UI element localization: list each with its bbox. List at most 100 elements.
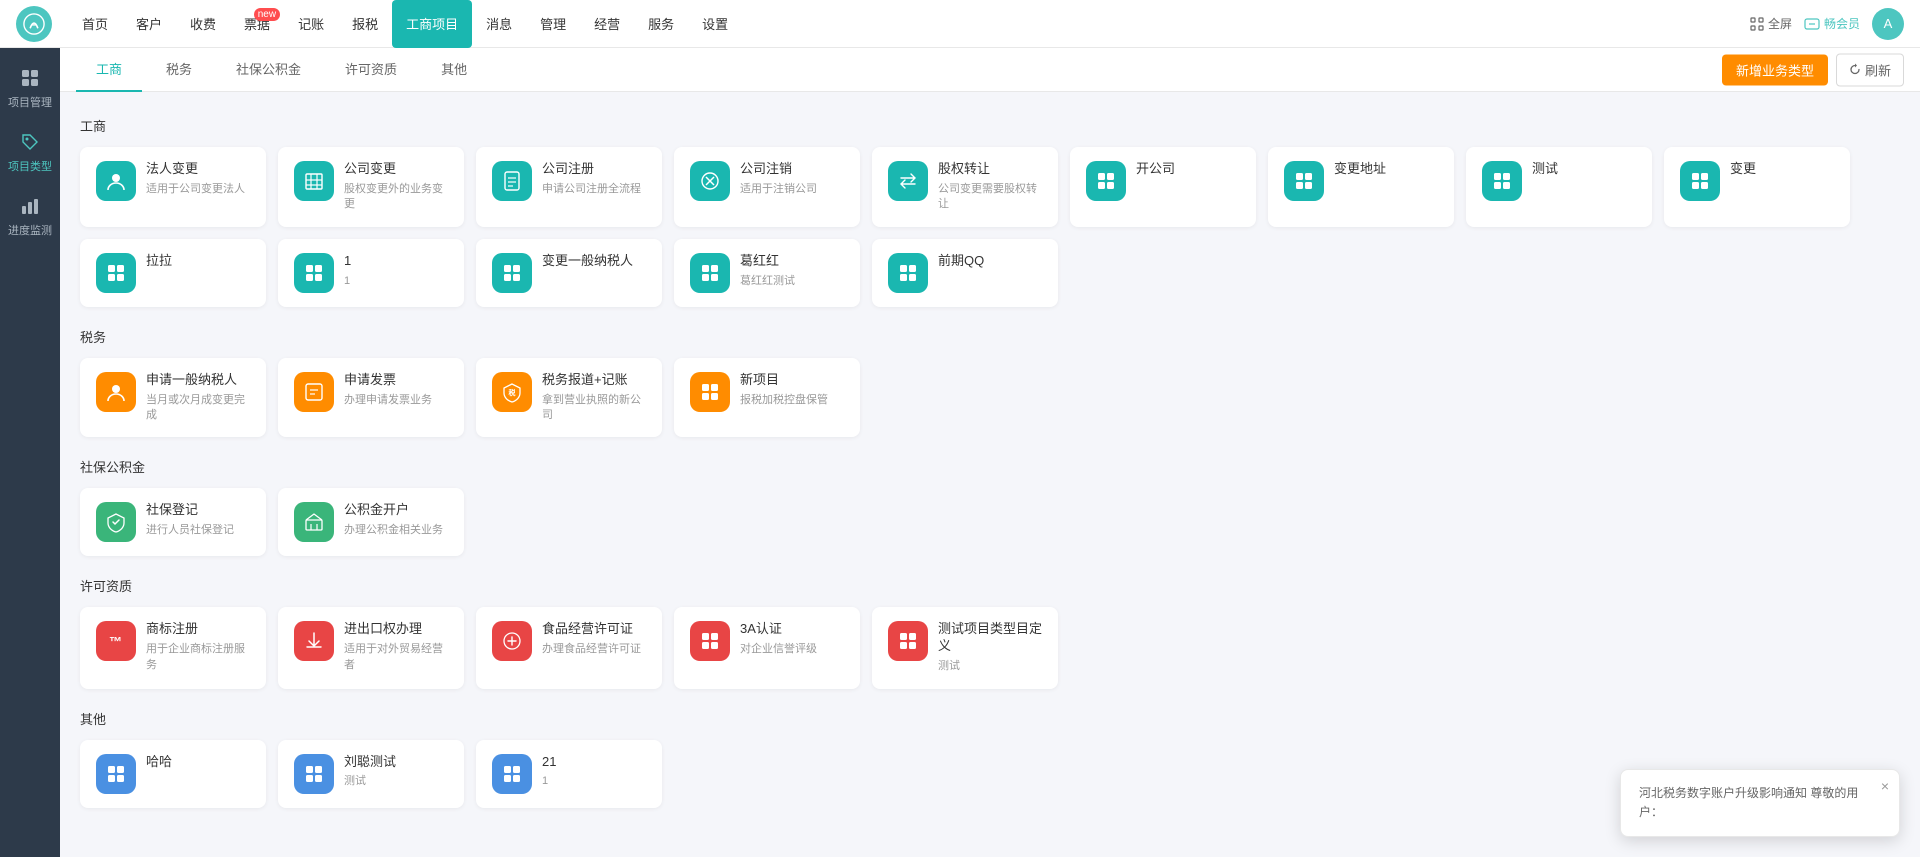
logo[interactable] [16,6,52,42]
card-desc: 当月或次月成变更完成 [146,393,250,424]
cards-grid-许可资质: ™商标注册用于企业商标注册服务进出口权办理适用于对外贸易经营者食品经营许可证办理… [80,607,1900,688]
grid2-card-icon [96,754,136,794]
tax-card-icon: 税 [492,372,532,412]
tab-税务[interactable]: 税务 [146,48,212,92]
tab-工商[interactable]: 工商 [76,48,142,92]
card-变更地址[interactable]: 变更地址 [1268,147,1454,227]
card-title: 3A认证 [740,621,844,638]
card-申请一般纳税人[interactable]: 申请一般纳税人当月或次月成变更完成 [80,358,266,438]
doc-card-icon [492,161,532,201]
card-title: 拉拉 [146,253,250,270]
card-测试[interactable]: 测试 [1466,147,1652,227]
sidebar-item-项目类型[interactable]: 项目类型 [0,120,60,184]
nav-item-工商项目[interactable]: 工商项目 [392,0,472,48]
member-button[interactable]: 畅会员 [1804,15,1860,32]
nav-item-票据[interactable]: 票据new [230,0,284,48]
card-title: 公司注销 [740,161,844,178]
notification-text: 河北税务数字账户升级影响通知 尊敬的用户： [1639,784,1881,822]
section-title-税务: 税务 [80,327,1900,346]
nav-item-客户[interactable]: 客户 [122,0,176,48]
card-1[interactable]: 11 [278,239,464,307]
card-title: 葛红红 [740,253,844,270]
fullscreen-label: 全屏 [1768,15,1792,32]
card-title: 哈哈 [146,754,250,771]
card-title: 1 [344,253,448,270]
grid2-card-icon [1086,161,1126,201]
card-title: 公司变更 [344,161,448,178]
card-哈哈[interactable]: 哈哈 [80,740,266,808]
card-title: 测试项目类型目定义 [938,621,1042,655]
card-title: 新项目 [740,372,844,389]
card-新项目[interactable]: 新项目报税加税控盘保管 [674,358,860,438]
card-葛红红[interactable]: 葛红红葛红红测试 [674,239,860,307]
sidebar-item-进度监测[interactable]: 进度监测 [0,184,60,248]
grid2-card-icon [1680,161,1720,201]
card-拉拉[interactable]: 拉拉 [80,239,266,307]
grid2-card-icon [690,621,730,661]
card-变更一般纳税人[interactable]: 变更一般纳税人 [476,239,662,307]
notification-toast: × 河北税务数字账户升级影响通知 尊敬的用户： [1620,769,1900,837]
card-前期QQ[interactable]: 前期QQ [872,239,1058,307]
card-公司注册[interactable]: 公司注册申请公司注册全流程 [476,147,662,227]
card-desc: 1 [344,274,448,289]
nav-item-管理[interactable]: 管理 [526,0,580,48]
card-desc: 报税加税控盘保管 [740,393,844,408]
grid2-card-icon [690,253,730,293]
card-公积金开户[interactable]: 公积金开户办理公积金相关业务 [278,488,464,556]
nav-item-消息[interactable]: 消息 [472,0,526,48]
nav-item-设置[interactable]: 设置 [688,0,742,48]
tag-icon [18,130,42,154]
notification-close[interactable]: × [1881,778,1889,794]
content-area: 工商税务社保公积金许可资质其他 新增业务类型 刷新 工商法人变更适用于公司变更法… [60,48,1920,857]
card-税务报道+记账[interactable]: 税税务报道+记账拿到营业执照的新公司 [476,358,662,438]
card-title: 变更一般纳税人 [542,253,646,270]
card-title: 进出口权办理 [344,621,448,638]
nav-item-经营[interactable]: 经营 [580,0,634,48]
section-title-工商: 工商 [80,116,1900,135]
add-type-button[interactable]: 新增业务类型 [1722,54,1828,85]
card-desc: 测试 [344,774,448,789]
tab-许可资质[interactable]: 许可资质 [325,48,417,92]
card-开公司[interactable]: 开公司 [1070,147,1256,227]
card-title: 食品经营许可证 [542,621,646,638]
card-desc: 适用于公司变更法人 [146,182,250,197]
section-title-社保公积金: 社保公积金 [80,457,1900,476]
nav-item-收费[interactable]: 收费 [176,0,230,48]
nav-item-记账[interactable]: 记账 [284,0,338,48]
fullscreen-button[interactable]: 全屏 [1750,15,1792,32]
sidebar-item-项目管理[interactable]: 项目管理 [0,56,60,120]
building-card-icon [294,161,334,201]
card-title: 开公司 [1136,161,1240,178]
grid2-card-icon [96,253,136,293]
card-食品经营许可证[interactable]: 食品经营许可证办理食品经营许可证 [476,607,662,688]
card-title: 测试 [1532,161,1636,178]
card-desc: 对企业信誉评级 [740,642,844,657]
card-变更[interactable]: 变更 [1664,147,1850,227]
card-公司变更[interactable]: 公司变更股权变更外的业务变更 [278,147,464,227]
tab-社保公积金[interactable]: 社保公积金 [216,48,321,92]
tab-其他[interactable]: 其他 [421,48,487,92]
card-21[interactable]: 211 [476,740,662,808]
nav-item-服务[interactable]: 服务 [634,0,688,48]
card-3A认证[interactable]: 3A认证对企业信誉评级 [674,607,860,688]
card-股权转让[interactable]: 股权转让公司变更需要股权转让 [872,147,1058,227]
card-title: 刘聪测试 [344,754,448,771]
nav-item-首页[interactable]: 首页 [68,0,122,48]
card-刘聪测试[interactable]: 刘聪测试测试 [278,740,464,808]
user-avatar[interactable]: A [1872,8,1904,40]
card-进出口权办理[interactable]: 进出口权办理适用于对外贸易经营者 [278,607,464,688]
nav-items: 首页客户收费票据new记账报税工商项目消息管理经营服务设置 [68,0,1750,48]
card-社保登记[interactable]: 社保登记进行人员社保登记 [80,488,266,556]
nav-item-报税[interactable]: 报税 [338,0,392,48]
card-法人变更[interactable]: 法人变更适用于公司变更法人 [80,147,266,227]
card-公司注销[interactable]: 公司注销适用于注销公司 [674,147,860,227]
grid2-card-icon [492,253,532,293]
card-title: 社保登记 [146,502,250,519]
refresh-button[interactable]: 刷新 [1836,53,1904,86]
card-desc: 1 [542,774,646,789]
section-title-许可资质: 许可资质 [80,576,1900,595]
card-申请发票[interactable]: 申请发票办理申请发票业务 [278,358,464,438]
grid2-card-icon [1284,161,1324,201]
card-测试项目类型目定义[interactable]: 测试项目类型目定义测试 [872,607,1058,688]
card-商标注册[interactable]: ™商标注册用于企业商标注册服务 [80,607,266,688]
